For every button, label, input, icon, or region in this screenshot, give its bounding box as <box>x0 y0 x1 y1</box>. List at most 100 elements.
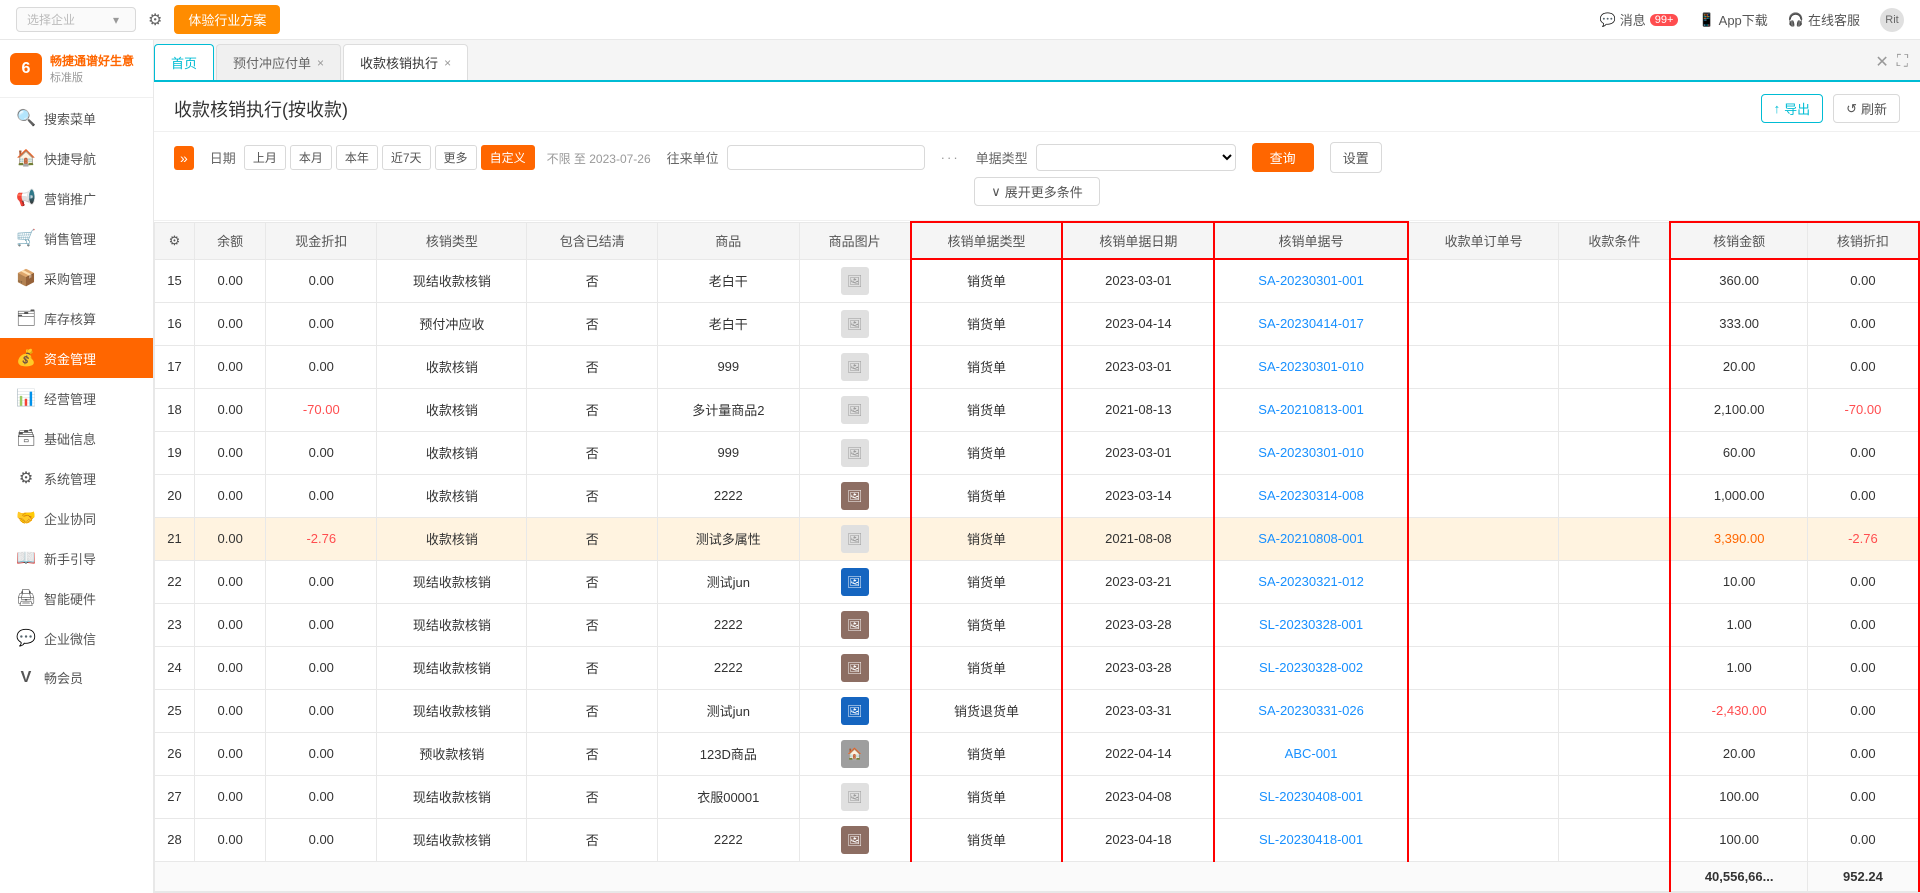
doc-no-link[interactable]: SA-20230301-001 <box>1258 273 1364 288</box>
sidebar-item-nav[interactable]: 🏠 快捷导航 <box>0 138 153 178</box>
doc-no-link[interactable]: SL-20230408-001 <box>1259 789 1363 804</box>
row-product: 999 <box>658 431 800 474</box>
doc-no-link[interactable]: SL-20230328-001 <box>1259 617 1363 632</box>
sidebar-item-system[interactable]: ⚙ 系统管理 <box>0 458 153 498</box>
row-discount: -2.76 <box>1807 517 1919 560</box>
date-btn-this-year[interactable]: 本年 <box>336 145 378 170</box>
export-button[interactable]: ↑ 导出 <box>1761 94 1824 123</box>
sidebar-item-wechat[interactable]: 💬 企业微信 <box>0 618 153 658</box>
expand-more-btn[interactable]: ∨ 展开更多条件 <box>974 177 1100 206</box>
trial-button[interactable]: 体验行业方案 <box>174 5 280 34</box>
product-thumbnail: 🖼 <box>841 267 869 295</box>
table-row: 23 0.00 0.00 现结收款核销 否 2222 🖼 销货单 2023-03… <box>155 603 1920 646</box>
app-download-item[interactable]: 📱 App下载 <box>1698 10 1767 29</box>
doc-no-link[interactable]: SA-20230321-012 <box>1258 574 1364 589</box>
sidebar-item-purchase[interactable]: 📦 采购管理 <box>0 258 153 298</box>
sidebar-item-search[interactable]: 🔍 搜索菜单 <box>0 98 153 138</box>
doc-no-link[interactable]: SA-20230414-017 <box>1258 316 1364 331</box>
sidebar-item-operations[interactable]: 📊 经营管理 <box>0 378 153 418</box>
doc-no-link[interactable]: SA-20230301-010 <box>1258 445 1364 460</box>
date-btn-custom[interactable]: 自定义 <box>481 145 535 170</box>
filter-expand-arrow[interactable]: » <box>174 146 194 170</box>
sidebar-item-label: 销售管理 <box>44 229 96 248</box>
settings-button[interactable]: 设置 <box>1330 142 1382 173</box>
counterpart-input[interactable] <box>727 145 925 170</box>
sidebar-item-guide[interactable]: 📖 新手引导 <box>0 538 153 578</box>
top-bar: 选择企业 ▾ ⚙ 体验行业方案 💬 消息 99+ 📱 App下载 🎧 在线客服 … <box>0 0 1920 40</box>
sidebar-item-label: 资金管理 <box>44 349 96 368</box>
row-payment-terms <box>1559 818 1671 861</box>
row-order-no <box>1408 775 1559 818</box>
footer-spacer <box>155 861 1671 891</box>
date-btn-last-7-days[interactable]: 近7天 <box>382 145 431 170</box>
sidebar-item-label: 系统管理 <box>44 469 96 488</box>
order-no-col-header: 收款单订单号 <box>1408 222 1559 259</box>
tab-prepay[interactable]: 预付冲应付单 × <box>216 44 341 80</box>
sidebar-item-member[interactable]: V 畅会员 <box>0 658 153 697</box>
row-payment-terms <box>1559 345 1671 388</box>
avatar[interactable]: Rit <box>1880 8 1904 32</box>
tab-collection-close[interactable]: × <box>444 56 451 70</box>
wechat-icon: 💬 <box>16 628 36 648</box>
enterprise-selector[interactable]: 选择企业 ▾ <box>16 7 136 32</box>
row-include-settled: 否 <box>527 431 658 474</box>
voucher-type-select[interactable] <box>1036 144 1236 171</box>
row-order-no <box>1408 689 1559 732</box>
balance-col-header: 余额 <box>195 222 266 259</box>
query-button[interactable]: 查询 <box>1252 143 1314 172</box>
row-product-img: 🖼 <box>799 689 911 732</box>
sidebar-item-finance[interactable]: 💰 资金管理 <box>0 338 153 378</box>
doc-no-link[interactable]: SA-20230331-026 <box>1258 703 1364 718</box>
row-id: 28 <box>155 818 195 861</box>
row-cash-discount: 0.00 <box>266 603 377 646</box>
row-cash-discount: -2.76 <box>266 517 377 560</box>
date-btn-more[interactable]: 更多 <box>435 145 477 170</box>
row-write-off-type: 现结收款核销 <box>377 646 527 689</box>
row-doc-no: SA-20210813-001 <box>1214 388 1408 431</box>
row-doc-date: 2023-03-28 <box>1062 646 1214 689</box>
doc-no-link[interactable]: SA-20230314-008 <box>1258 488 1364 503</box>
row-product-img: 🖼 <box>799 431 911 474</box>
gear-icon[interactable]: ⚙ <box>148 10 162 30</box>
row-product: 2222 <box>658 603 800 646</box>
sidebar-item-inventory[interactable]: 🗂 库存核算 <box>0 298 153 338</box>
row-include-settled: 否 <box>527 818 658 861</box>
row-write-off-type: 预收款核销 <box>377 732 527 775</box>
finance-icon: 💰 <box>16 348 36 368</box>
row-write-off-type: 现结收款核销 <box>377 818 527 861</box>
product-thumbnail: 🖼 <box>841 826 869 854</box>
row-cash-discount: 0.00 <box>266 689 377 732</box>
message-item[interactable]: 💬 消息 99+ <box>1600 10 1679 29</box>
doc-no-link[interactable]: ABC-001 <box>1285 746 1338 761</box>
refresh-button[interactable]: ↺ 刷新 <box>1833 94 1900 123</box>
date-btn-this-month[interactable]: 本月 <box>290 145 332 170</box>
doc-no-link[interactable]: SA-20230301-010 <box>1258 359 1364 374</box>
row-doc-date: 2023-03-14 <box>1062 474 1214 517</box>
doc-no-link[interactable]: SA-20210808-001 <box>1258 531 1364 546</box>
tab-prepay-close[interactable]: × <box>317 56 324 70</box>
tab-home[interactable]: 首页 <box>154 44 214 80</box>
filter-row: » 日期 上月 本月 本年 近7天 更多 自定义 不限 至 2023-07-26 <box>174 142 1900 173</box>
sidebar-item-label: 营销推广 <box>44 189 96 208</box>
filter-expand-row: ∨ 展开更多条件 <box>174 173 1900 210</box>
sidebar-item-hardware[interactable]: 🖨 智能硬件 <box>0 578 153 618</box>
sidebar-item-cooperation[interactable]: 🤝 企业协同 <box>0 498 153 538</box>
date-btn-last-month[interactable]: 上月 <box>244 145 286 170</box>
row-payment-terms <box>1559 388 1671 431</box>
tab-expand-button[interactable]: ⛶ <box>1897 53 1908 71</box>
expand-arrow-icon[interactable]: » <box>174 146 194 170</box>
doc-no-link[interactable]: SL-20230328-002 <box>1259 660 1363 675</box>
doc-no-link[interactable]: SL-20230418-001 <box>1259 832 1363 847</box>
doc-no-link[interactable]: SA-20210813-001 <box>1258 402 1364 417</box>
sidebar-item-basic[interactable]: 🗃 基础信息 <box>0 418 153 458</box>
tab-collection[interactable]: 收款核销执行 × <box>343 44 468 80</box>
sidebar-item-marketing[interactable]: 📢 营销推广 <box>0 178 153 218</box>
row-balance: 0.00 <box>195 345 266 388</box>
tab-close-all-button[interactable]: ✕ <box>1875 52 1888 72</box>
service-item[interactable]: 🎧 在线客服 <box>1788 10 1860 29</box>
row-id: 27 <box>155 775 195 818</box>
row-doc-date: 2023-03-31 <box>1062 689 1214 732</box>
row-doc-no: SL-20230328-001 <box>1214 603 1408 646</box>
sidebar-item-sales[interactable]: 🛒 销售管理 <box>0 218 153 258</box>
settings-col-header[interactable]: ⚙ <box>155 222 195 259</box>
